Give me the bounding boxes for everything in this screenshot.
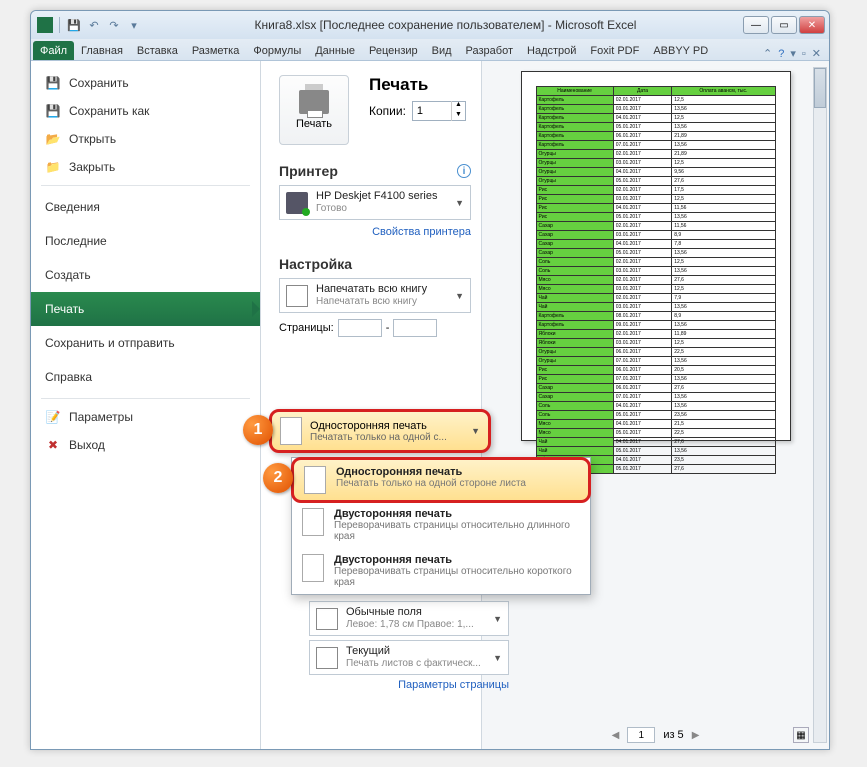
spin-down-icon[interactable]: ▼ (451, 111, 465, 121)
page-number-input[interactable] (627, 727, 655, 743)
tab-Рецензир[interactable]: Рецензир (362, 41, 425, 60)
preview-table: НаименованиеДатаОплата авансм, тыс.Карто… (536, 86, 776, 474)
tab-Формулы[interactable]: Формулы (246, 41, 308, 60)
page-icon (302, 554, 324, 582)
print-button[interactable]: Печать (279, 75, 349, 145)
qat-save-icon[interactable]: 💾 (66, 17, 82, 33)
app-window: 💾 ↶ ↷ ▾ Книга8.xlsx [Последнее сохранени… (30, 10, 830, 750)
nav-save[interactable]: 💾Сохранить (31, 69, 260, 97)
tab-Вставка[interactable]: Вставка (130, 41, 185, 60)
copies-spinner[interactable]: 1 ▲▼ (412, 101, 466, 121)
option-double-short-edge[interactable]: Двусторонняя печатьПереворачивать страни… (292, 548, 590, 594)
nav-help[interactable]: Справка (31, 360, 260, 394)
help-icon[interactable]: ? (778, 48, 784, 60)
tab-Разметка[interactable]: Разметка (185, 41, 247, 60)
spin-up-icon[interactable]: ▲ (451, 101, 465, 111)
printer-section-heading: Принтер (279, 163, 338, 179)
scaling-selector[interactable]: ТекущийПечать листов с фактическ... ▼ (309, 640, 509, 675)
nav-options[interactable]: 📝Параметры (31, 403, 260, 431)
ribbon-opts-icon[interactable]: ▾ (790, 47, 796, 60)
tab-Foxit PDF[interactable]: Foxit PDF (583, 41, 646, 60)
printer-icon (299, 90, 329, 114)
print-preview: НаименованиеДатаОплата авансм, тыс.Карто… (481, 61, 829, 749)
margins-selector[interactable]: Обычные поляЛевое: 1,78 см Правое: 1,...… (309, 601, 509, 636)
tab-file[interactable]: Файл (33, 41, 74, 60)
annotation-badge-1: 1 (243, 415, 273, 445)
nav-exit[interactable]: ✖Выход (31, 431, 260, 459)
page-icon (304, 466, 326, 494)
nav-saveas[interactable]: 💾Сохранить как (31, 97, 260, 125)
copies-label: Копии: (369, 104, 406, 118)
next-page-icon[interactable]: ▶ (692, 730, 700, 741)
tab-Данные[interactable]: Данные (308, 41, 362, 60)
nav-share[interactable]: Сохранить и отправить (31, 326, 260, 360)
tab-Разработ[interactable]: Разработ (459, 41, 520, 60)
excel-icon (37, 17, 53, 33)
nav-close[interactable]: 📁Закрыть (31, 153, 260, 181)
preview-scrollbar[interactable] (813, 67, 827, 743)
scaling-icon (316, 647, 338, 669)
tab-Вид[interactable]: Вид (425, 41, 459, 60)
printer-properties-link[interactable]: Свойства принтера (279, 226, 471, 238)
page-icon (302, 508, 324, 536)
margins-icon (316, 608, 338, 630)
window-restore-icon[interactable]: ▫ (802, 48, 806, 60)
open-icon: 📂 (45, 131, 61, 147)
pages-to-input[interactable] (393, 319, 437, 337)
option-single-sided[interactable]: Односторонняя печатьПечатать только на о… (291, 457, 591, 503)
close-folder-icon: 📁 (45, 159, 61, 175)
backstage-nav: 💾Сохранить 💾Сохранить как 📂Открыть 📁Закр… (31, 61, 261, 749)
minimize-button[interactable]: — (743, 16, 769, 34)
maximize-button[interactable]: ▭ (771, 16, 797, 34)
pages-from-input[interactable] (338, 319, 382, 337)
tab-Главная[interactable]: Главная (74, 41, 130, 60)
ribbon-tabs: ФайлГлавнаяВставкаРазметкаФормулыДанныеР… (31, 39, 829, 61)
info-icon[interactable]: i (457, 164, 471, 178)
printer-device-icon (286, 192, 308, 214)
page-navigator: ◀ из 5 ▶ ▦ (482, 727, 829, 743)
nav-print[interactable]: Печать (31, 292, 260, 326)
save-icon: 💾 (45, 75, 61, 91)
ribbon-minimize-icon[interactable]: ⌃ (763, 47, 772, 60)
chevron-down-icon: ▼ (493, 614, 502, 624)
exit-icon: ✖ (45, 437, 61, 453)
options-icon: 📝 (45, 409, 61, 425)
window-title: Книга8.xlsx [Последнее сохранение пользо… (148, 18, 743, 32)
chevron-down-icon: ▼ (471, 426, 480, 436)
close-button[interactable]: ✕ (799, 16, 825, 34)
nav-recent[interactable]: Последние (31, 224, 260, 258)
preview-page: НаименованиеДатаОплата авансм, тыс.Карто… (521, 71, 791, 441)
titlebar: 💾 ↶ ↷ ▾ Книга8.xlsx [Последнее сохранени… (31, 11, 829, 39)
qat-redo-icon[interactable]: ↷ (106, 17, 122, 33)
print-heading: Печать (369, 75, 466, 95)
chevron-down-icon: ▼ (455, 291, 464, 301)
annotation-badge-2: 2 (263, 463, 293, 493)
saveas-icon: 💾 (45, 103, 61, 119)
qat-custom-icon[interactable]: ▾ (126, 17, 142, 33)
chevron-down-icon: ▼ (493, 653, 502, 663)
page-setup-link[interactable]: Параметры страницы (309, 679, 509, 691)
qat-undo-icon[interactable]: ↶ (86, 17, 102, 33)
window-close-icon[interactable]: ✕ (812, 47, 821, 60)
pages-label: Страницы: (279, 322, 334, 334)
tab-ABBYY PD[interactable]: ABBYY PD (646, 41, 715, 60)
prev-page-icon[interactable]: ◀ (612, 730, 620, 741)
workbook-icon (286, 285, 308, 307)
page-of-label: из 5 (663, 729, 683, 741)
page-icon (280, 417, 302, 445)
print-what-selector[interactable]: Напечатать всю книгуНапечатать всю книгу… (279, 278, 471, 313)
tab-Надстрой[interactable]: Надстрой (520, 41, 583, 60)
print-sides-selector[interactable]: Односторонняя печатьПечатать только на о… (269, 409, 491, 453)
nav-open[interactable]: 📂Открыть (31, 125, 260, 153)
settings-section-heading: Настройка (279, 256, 471, 272)
printer-selector[interactable]: HP Deskjet F4100 seriesГотово ▼ (279, 185, 471, 220)
chevron-down-icon: ▼ (455, 198, 464, 208)
nav-new[interactable]: Создать (31, 258, 260, 292)
print-sides-dropdown: Односторонняя печатьПечатать только на о… (291, 457, 591, 595)
nav-info[interactable]: Сведения (31, 190, 260, 224)
option-double-long-edge[interactable]: Двусторонняя печатьПереворачивать страни… (292, 502, 590, 548)
zoom-to-page-icon[interactable]: ▦ (793, 727, 809, 743)
